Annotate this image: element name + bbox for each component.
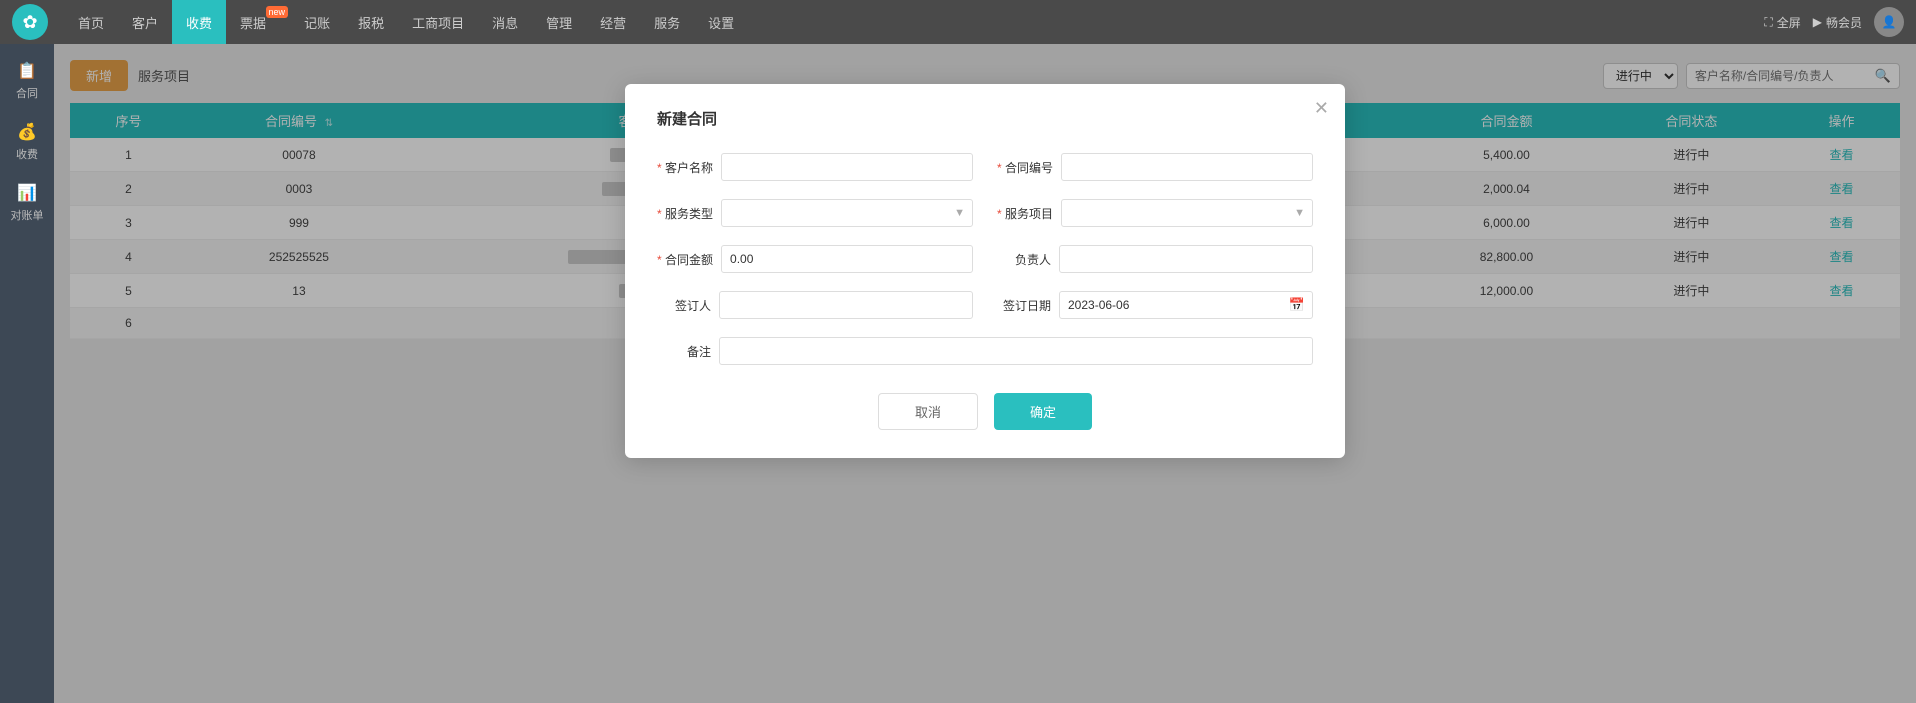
- note-input[interactable]: [719, 337, 1313, 365]
- note-label: 备注: [657, 343, 711, 360]
- signer-label: 签订人: [657, 297, 711, 314]
- customer-name-input[interactable]: [721, 153, 973, 181]
- service-type-select[interactable]: [721, 199, 973, 227]
- nav-service[interactable]: 服务: [640, 0, 694, 44]
- billing-icon: 💰: [16, 121, 38, 143]
- nav-right: ⛶ 全屏 ▶ 畅会员 👤: [1764, 7, 1904, 37]
- logo-icon: ✿: [12, 4, 48, 40]
- modal-overlay: 新建合同 ✕ 客户名称 合同编号 服务类型: [54, 44, 1916, 703]
- sidebar: 📋 合同 💰 收费 📊 对账单: [0, 44, 54, 703]
- sign-date-wrapper: 📅: [1059, 291, 1313, 319]
- responsible-label: 负责人: [997, 251, 1051, 268]
- signer-group: 签订人: [657, 291, 973, 319]
- contract-amount-input[interactable]: [721, 245, 973, 273]
- sidebar-item-billing[interactable]: 💰 收费: [2, 113, 52, 170]
- modal-actions: 取消 确定: [657, 393, 1313, 430]
- nav-billing[interactable]: 收费: [172, 0, 226, 44]
- nav-settings[interactable]: 设置: [694, 0, 748, 44]
- service-type-group: 服务类型 ▼: [657, 199, 973, 227]
- form-row-5: 备注: [657, 337, 1313, 365]
- service-type-label: 服务类型: [657, 205, 713, 222]
- play-icon: ▶: [1813, 15, 1822, 29]
- nav-message[interactable]: 消息: [478, 0, 532, 44]
- form-row-3: 合同金额 负责人: [657, 245, 1313, 273]
- sign-date-input[interactable]: [1059, 291, 1313, 319]
- contract-no-input[interactable]: [1061, 153, 1313, 181]
- member-button[interactable]: ▶ 畅会员: [1813, 14, 1862, 31]
- nav-invoice[interactable]: 票据 new: [226, 0, 290, 44]
- customer-name-group: 客户名称: [657, 153, 973, 181]
- sidebar-item-contract[interactable]: 📋 合同: [2, 52, 52, 109]
- contract-no-label: 合同编号: [997, 159, 1053, 176]
- nav-home[interactable]: 首页: [64, 0, 118, 44]
- note-group: 备注: [657, 337, 1313, 365]
- contract-no-group: 合同编号: [997, 153, 1313, 181]
- responsible-group: 负责人: [997, 245, 1313, 273]
- service-type-wrapper: ▼: [721, 199, 973, 227]
- new-contract-modal: 新建合同 ✕ 客户名称 合同编号 服务类型: [625, 84, 1345, 458]
- nav-customer[interactable]: 客户: [118, 0, 172, 44]
- contract-amount-group: 合同金额: [657, 245, 973, 273]
- avatar[interactable]: 👤: [1874, 7, 1904, 37]
- nav-business[interactable]: 工商项目: [398, 0, 478, 44]
- contract-amount-label: 合同金额: [657, 251, 713, 268]
- main-layout: 📋 合同 💰 收费 📊 对账单 新增 服务项目 进行中 已完成 已终止: [0, 44, 1916, 703]
- modal-title: 新建合同: [657, 108, 1313, 129]
- nav-tax[interactable]: 报税: [344, 0, 398, 44]
- service-item-group: 服务项目 ▼: [997, 199, 1313, 227]
- form-row-1: 客户名称 合同编号: [657, 153, 1313, 181]
- form-row-4: 签订人 签订日期 📅: [657, 291, 1313, 319]
- confirm-button[interactable]: 确定: [994, 393, 1092, 430]
- top-nav: ✿ 首页 客户 收费 票据 new 记账 报税 工商项目 消息 管理 经营 服务…: [0, 0, 1916, 44]
- service-item-wrapper: ▼: [1061, 199, 1313, 227]
- nav-manage[interactable]: 管理: [532, 0, 586, 44]
- responsible-input[interactable]: [1059, 245, 1313, 273]
- nav-operations[interactable]: 经营: [586, 0, 640, 44]
- signer-input[interactable]: [719, 291, 973, 319]
- main-content: 新增 服务项目 进行中 已完成 已终止 🔍 序号 合同编号 ⇅: [54, 44, 1916, 703]
- form-row-2: 服务类型 ▼ 服务项目: [657, 199, 1313, 227]
- nav-items: 首页 客户 收费 票据 new 记账 报税 工商项目 消息 管理 经营 服务 设…: [64, 0, 1764, 44]
- service-item-select[interactable]: [1061, 199, 1313, 227]
- sign-date-group: 签订日期 📅: [997, 291, 1313, 319]
- nav-bookkeeping[interactable]: 记账: [290, 0, 344, 44]
- new-badge: new: [266, 6, 289, 18]
- sidebar-item-statement[interactable]: 📊 对账单: [2, 174, 52, 231]
- cancel-button[interactable]: 取消: [878, 393, 978, 430]
- fullscreen-icon: ⛶: [1764, 15, 1772, 30]
- statement-icon: 📊: [16, 182, 38, 204]
- fullscreen-button[interactable]: ⛶ 全屏: [1764, 14, 1800, 31]
- customer-name-label: 客户名称: [657, 159, 713, 176]
- service-item-label: 服务项目: [997, 205, 1053, 222]
- contract-icon: 📋: [16, 60, 38, 82]
- sign-date-label: 签订日期: [997, 297, 1051, 314]
- modal-close-button[interactable]: ✕: [1314, 98, 1329, 119]
